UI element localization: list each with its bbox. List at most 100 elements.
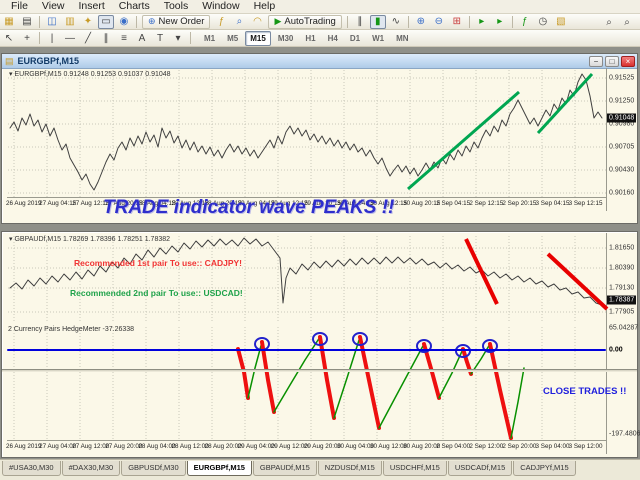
- minimize-button[interactable]: −: [589, 55, 603, 67]
- timeframe-button[interactable]: M5: [222, 31, 243, 46]
- vertical-line-icon[interactable]: |: [44, 31, 60, 45]
- trade-peaks-annotation: TRADE indicator wave PEAKS !!: [103, 197, 395, 218]
- indicator-label-text: 2 Currency Pairs HedgeMeter -37.26338: [8, 326, 135, 333]
- indicator-separator[interactable]: [2, 369, 637, 372]
- chart-window-icon: ▤: [5, 55, 14, 66]
- time-axis-label: 3 Sep 12:15: [568, 200, 603, 207]
- search-symbols-icon[interactable]: ⌕: [231, 15, 247, 29]
- templates-dropdown-icon[interactable]: ▧: [553, 15, 569, 29]
- legend-collapse-icon[interactable]: ▾: [9, 236, 13, 243]
- crosshair-icon[interactable]: +: [19, 31, 35, 45]
- menu-item[interactable]: Window: [195, 0, 246, 13]
- candlestick-chart-icon[interactable]: ▮: [369, 14, 386, 29]
- profiles-icon[interactable]: ▤: [19, 15, 35, 29]
- toolbar-separator: [136, 15, 137, 28]
- timeframe-group: M1 M5 M15 M30 H1 H4 D1 W1 MN: [198, 30, 415, 46]
- indicators-dropdown-icon[interactable]: ƒ: [517, 15, 533, 29]
- chart-tab[interactable]: USDCADf,M15: [447, 461, 513, 476]
- market-watch-icon[interactable]: ◫: [44, 15, 60, 29]
- close-button[interactable]: ×: [621, 55, 635, 67]
- chart2-axis-divider: [606, 233, 607, 454]
- time-axis-label: 30 Aug 20:00: [403, 443, 441, 450]
- timeframe-button[interactable]: H4: [323, 31, 343, 46]
- recommended-first-pair-annotation: Recommended 1st pair To use:: CADJPY!: [74, 258, 242, 268]
- chart-tab[interactable]: CADJPYf,M15: [513, 461, 576, 476]
- menu-item[interactable]: Help: [247, 0, 283, 13]
- chart-tab[interactable]: #USA30,M30: [2, 461, 61, 476]
- timeframe-button[interactable]: M1: [199, 31, 220, 46]
- global-search-icon[interactable]: ⌕: [619, 15, 635, 29]
- terminal-icon[interactable]: ▭: [98, 14, 114, 29]
- zoom-out-icon[interactable]: ⊖: [431, 15, 447, 29]
- chart-tab[interactable]: EURGBPf,M15: [186, 461, 252, 476]
- new-chart-icon[interactable]: ▦: [1, 15, 17, 29]
- time-axis-label: 28 Aug 04:00: [138, 443, 176, 450]
- legend-collapse-icon[interactable]: ▾: [9, 71, 13, 78]
- time-axis-label: 30 Aug 04:00: [336, 443, 375, 450]
- chart-tab[interactable]: GBPAUDf,M15: [252, 461, 317, 476]
- chart1-titlebar[interactable]: ▤ EURGBPf,M15 − □ ×: [2, 54, 637, 69]
- tile-windows-icon[interactable]: ⊞: [449, 15, 465, 29]
- cursor-icon[interactable]: ↖: [1, 31, 17, 45]
- fibonacci-icon[interactable]: ≡: [116, 31, 132, 45]
- bar-chart-icon[interactable]: ∥: [352, 15, 368, 29]
- autotrading-button[interactable]: ▶ AutoTrading: [268, 14, 342, 29]
- navigator-icon[interactable]: ✦: [80, 15, 96, 29]
- chart-tab[interactable]: GBPUSDf,M30: [121, 461, 186, 476]
- indicator-legend: 2 Currency Pairs HedgeMeter -37.26338: [8, 326, 134, 333]
- new-order-button[interactable]: ⊕ New Order: [142, 14, 211, 29]
- price-axis-label: 1.79130: [609, 284, 635, 292]
- strategy-tester-icon[interactable]: ◉: [116, 15, 132, 29]
- sound-icon[interactable]: ◠: [249, 15, 265, 29]
- scroll-to-end-icon[interactable]: ▸: [474, 15, 490, 29]
- chart-tab[interactable]: USDCHFf,M15: [382, 461, 447, 476]
- time-axis-label: 2 Sep 20:15: [502, 200, 537, 207]
- horizontal-line-icon[interactable]: —: [62, 31, 78, 45]
- price-axis-label: 0.90160: [609, 189, 635, 197]
- indicator-zero-label: 0.00: [609, 346, 623, 354]
- time-axis-label: 29 Aug 20:00: [303, 443, 341, 450]
- expert-advisors-icon[interactable]: ƒ: [213, 15, 229, 29]
- toolbar-separator: [407, 15, 409, 28]
- timeframe-button[interactable]: W1: [367, 31, 389, 46]
- zoom-in-icon[interactable]: ⊕: [413, 15, 429, 29]
- line-chart-icon[interactable]: ∿: [388, 15, 404, 29]
- menu-item[interactable]: File: [4, 0, 35, 13]
- menu-item[interactable]: Insert: [72, 0, 112, 13]
- new-order-label: New Order: [158, 16, 205, 27]
- trendline-icon[interactable]: ╱: [80, 31, 96, 45]
- price-axis-label: 1.81650: [609, 244, 635, 252]
- periods-dropdown-icon[interactable]: ◷: [535, 15, 551, 29]
- menu-items: File View Insert Charts Tools Window Help: [4, 0, 282, 13]
- time-axis-label: 26 Aug 2019: [6, 443, 42, 450]
- time-axis-label: 27 Aug 04:00: [39, 443, 77, 450]
- menu-bar: File View Insert Charts Tools Window Help: [0, 0, 640, 14]
- chart1-title: EURGBPf,M15: [17, 56, 80, 66]
- price-axis-label: 0.90430: [609, 166, 635, 174]
- chart-workspace: ▤ EURGBPf,M15 − □ ×: [0, 47, 640, 459]
- menu-item[interactable]: View: [35, 0, 72, 13]
- chart-tab[interactable]: NZDUSDf,M15: [317, 461, 382, 476]
- price-axis-label: 1.80390: [609, 264, 635, 272]
- toolbar-separator: [468, 15, 470, 28]
- time-axis-label: 2 Sep 04:15: [436, 200, 471, 207]
- time-axis-label: 26 Aug 2019: [6, 200, 42, 207]
- equidistant-channel-icon[interactable]: ∥: [98, 31, 114, 45]
- text-tool-icon[interactable]: A: [134, 31, 150, 45]
- timeframe-button[interactable]: M15: [245, 30, 271, 46]
- arrows-dropdown-icon[interactable]: ▾: [170, 31, 186, 45]
- time-axis-label: 2 Sep 12:00: [469, 443, 504, 450]
- timeframe-button[interactable]: D1: [345, 31, 365, 46]
- timeframe-button[interactable]: H1: [300, 31, 320, 46]
- search-icon[interactable]: ⌕: [601, 15, 617, 29]
- chart-tab[interactable]: #DAX30,M30: [61, 461, 121, 476]
- shift-end-icon[interactable]: ▸: [492, 15, 508, 29]
- restore-button[interactable]: □: [605, 55, 619, 67]
- close-trades-annotation: CLOSE TRADES !!: [543, 386, 627, 397]
- text-label-icon[interactable]: T: [152, 31, 168, 45]
- menu-item[interactable]: Tools: [157, 0, 196, 13]
- data-window-icon[interactable]: ▥: [62, 15, 78, 29]
- timeframe-button[interactable]: M30: [273, 31, 299, 46]
- timeframe-button[interactable]: MN: [391, 31, 413, 46]
- menu-item[interactable]: Charts: [112, 0, 157, 13]
